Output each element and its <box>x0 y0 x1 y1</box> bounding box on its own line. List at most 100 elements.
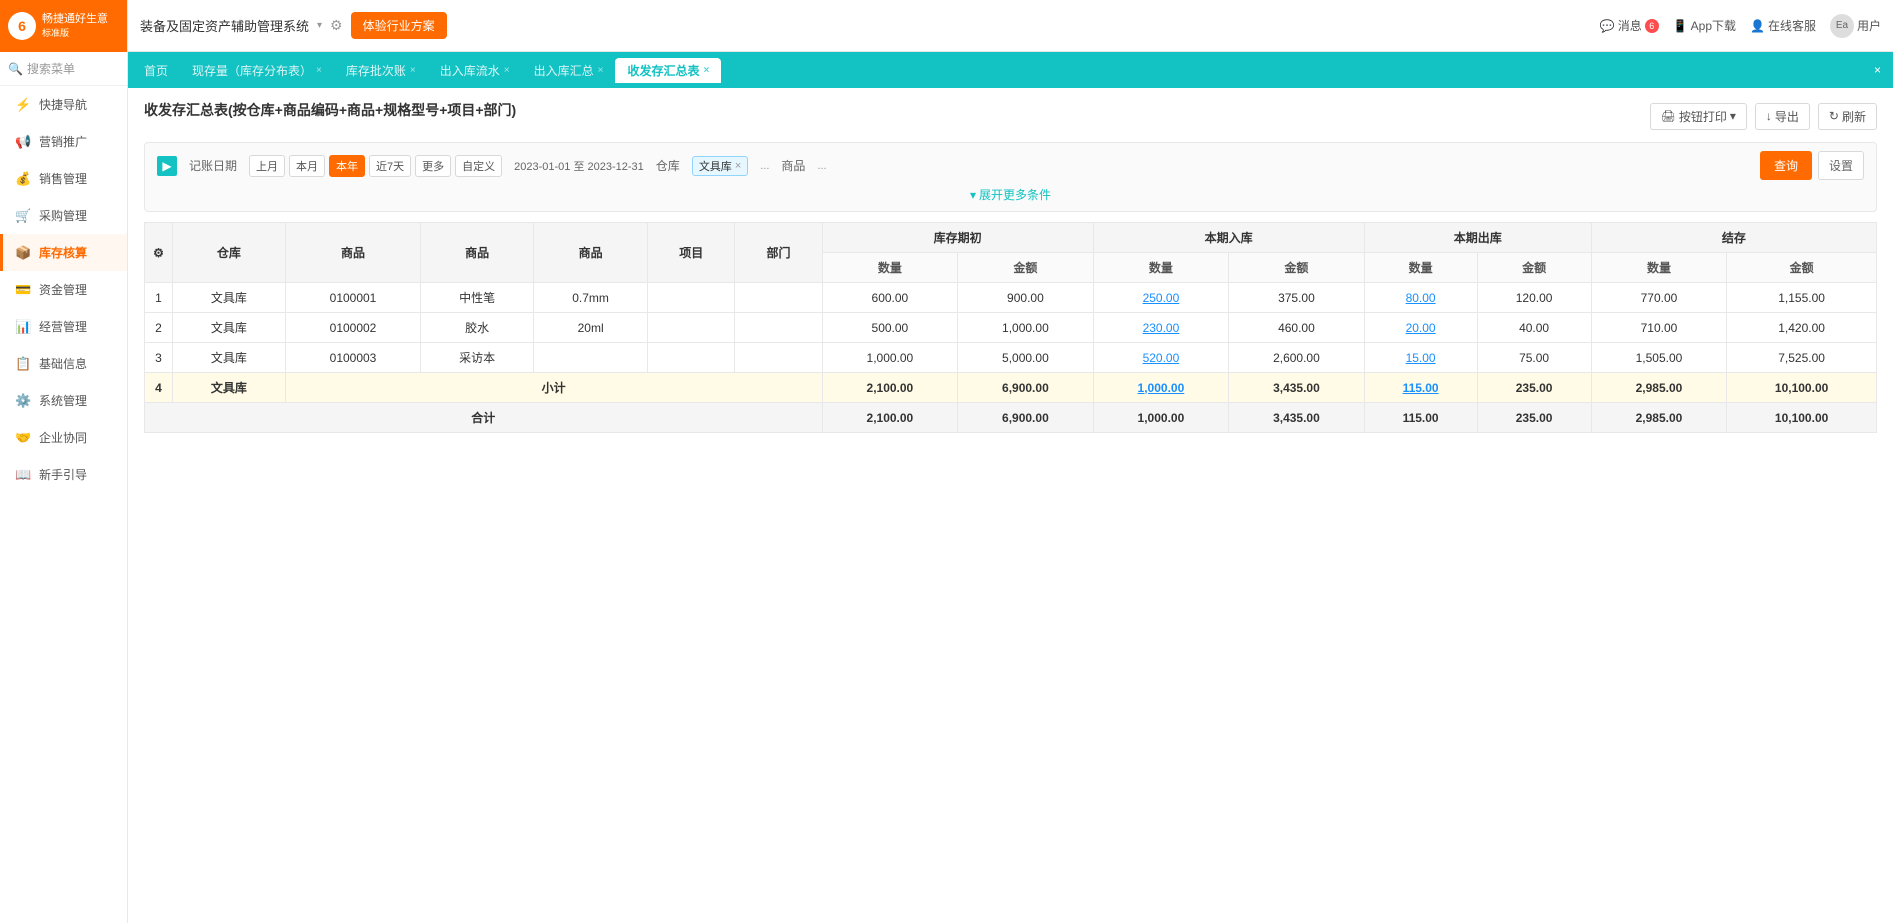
bal-amt-header: 金额 <box>1727 253 1877 283</box>
date-btn-this-year[interactable]: 本年 <box>329 155 365 177</box>
sidebar-item-collab[interactable]: 🤝 企业协同 <box>0 419 127 456</box>
sidebar-item-guide[interactable]: 📖 新手引导 <box>0 456 127 493</box>
row-out-qty[interactable]: 15.00 <box>1364 343 1477 373</box>
row-out-qty[interactable]: 20.00 <box>1364 313 1477 343</box>
date-btn-last-month[interactable]: 上月 <box>249 155 285 177</box>
tab-receive-summary[interactable]: 收发存汇总表 × <box>615 58 721 83</box>
tab-close-icon[interactable]: × <box>410 65 416 76</box>
expand-conditions-button[interactable]: ▾ 展开更多条件 <box>157 186 1864 203</box>
row-bal-amt: 1,155.00 <box>1727 283 1877 313</box>
subtotal-out-amt: 235.00 <box>1477 373 1591 403</box>
refresh-button[interactable]: ↻ 刷新 <box>1818 103 1877 130</box>
row-open-qty: 500.00 <box>822 313 958 343</box>
tab-inout-flow[interactable]: 出入库流水 × <box>428 58 522 83</box>
col-warehouse-header: 仓库 <box>173 223 286 283</box>
tab-label: 收发存汇总表 <box>627 62 699 79</box>
notification-item[interactable]: 💬 消息 6 <box>1600 17 1659 34</box>
row-in-qty[interactable]: 520.00 <box>1093 343 1229 373</box>
inventory-icon: 📦 <box>15 245 31 261</box>
subtotal-bal-qty: 2,985.00 <box>1591 373 1727 403</box>
sidebar-search[interactable]: 🔍 搜索菜单 <box>0 52 127 86</box>
col-goods-name-header: 商品 <box>421 223 534 283</box>
tab-home[interactable]: 首页 <box>132 58 180 83</box>
row-in-amt: 460.00 <box>1229 313 1365 343</box>
sidebar-item-label: 基础信息 <box>39 355 87 372</box>
sidebar-item-business[interactable]: 📊 经营管理 <box>0 308 127 345</box>
tabs-bar: 首页 现存量（库存分布表） × 库存批次账 × 出入库流水 × 出入库汇总 × … <box>128 52 1893 88</box>
system-title: 装备及固定资产辅助管理系统 <box>140 16 309 35</box>
filter-area: ▶ 记账日期 上月 本月 本年 近7天 更多 自定义 2023-01-01 至 … <box>144 142 1877 212</box>
out-amt-header: 金额 <box>1477 253 1591 283</box>
row-in-qty[interactable]: 230.00 <box>1093 313 1229 343</box>
row-out-qty[interactable]: 80.00 <box>1364 283 1477 313</box>
date-btn-this-month[interactable]: 本月 <box>289 155 325 177</box>
row-goods-code: 0100001 <box>285 283 421 313</box>
search-label: 搜索菜单 <box>27 60 75 77</box>
sidebar-item-basic[interactable]: 📋 基础信息 <box>0 345 127 382</box>
basic-icon: 📋 <box>15 356 31 372</box>
query-button[interactable]: 查询 <box>1760 151 1812 180</box>
row-dept <box>735 343 822 373</box>
row-open-qty: 1,000.00 <box>822 343 958 373</box>
tab-inout-summary[interactable]: 出入库汇总 × <box>522 58 616 83</box>
row-warehouse: 文具库 <box>173 313 286 343</box>
sidebar: 6 畅捷通好生意 标准版 🔍 搜索菜单 ⚡ 快捷导航 📢 营销推广 💰 销售管理… <box>0 0 128 923</box>
purchase-icon: 🛒 <box>15 208 31 224</box>
subtotal-out-qty[interactable]: 115.00 <box>1364 373 1477 403</box>
tab-batch-account[interactable]: 库存批次账 × <box>334 58 428 83</box>
sidebar-item-inventory[interactable]: 📦 库存核算 <box>0 234 127 271</box>
date-label: 记账日期 <box>189 157 237 174</box>
expand-filter-button[interactable]: ▶ <box>157 156 177 176</box>
logo-text: 畅捷通好生意 标准版 <box>42 12 108 40</box>
col-goods-code-header: 商品 <box>285 223 421 283</box>
date-btn-7days[interactable]: 近7天 <box>369 155 411 177</box>
trial-button[interactable]: 体验行业方案 <box>351 12 447 39</box>
goods-more[interactable]: ... <box>817 160 826 172</box>
topbar-right: 💬 消息 6 📱 App下载 👤 在线客服 Ea 用户 <box>1600 14 1881 38</box>
export-button[interactable]: ↓ 导出 <box>1755 103 1810 130</box>
print-icon: 🖨 <box>1661 109 1676 123</box>
row-goods-spec: 0.7mm <box>534 283 648 313</box>
out-qty-header: 数量 <box>1364 253 1477 283</box>
sidebar-item-sales[interactable]: 💰 销售管理 <box>0 160 127 197</box>
date-shortcuts: 上月 本月 本年 近7天 更多 自定义 <box>249 155 502 177</box>
in-qty-header: 数量 <box>1093 253 1229 283</box>
sidebar-item-finance[interactable]: 💳 资金管理 <box>0 271 127 308</box>
user-item[interactable]: Ea 用户 <box>1830 14 1881 38</box>
settings-icon[interactable]: ⚙ <box>330 17 343 34</box>
tab-close-icon[interactable]: × <box>316 65 322 76</box>
sidebar-item-purchase[interactable]: 🛒 采购管理 <box>0 197 127 234</box>
in-amt-header: 金额 <box>1229 253 1365 283</box>
row-bal-qty: 1,505.00 <box>1591 343 1727 373</box>
col-settings[interactable]: ⚙ <box>145 223 173 283</box>
tab-close-icon[interactable]: × <box>504 65 510 76</box>
subtotal-in-qty[interactable]: 1,000.00 <box>1093 373 1229 403</box>
online-service-item[interactable]: 👤 在线客服 <box>1750 17 1816 34</box>
col-opening-header: 库存期初 <box>822 223 1093 253</box>
sidebar-item-shortcut[interactable]: ⚡ 快捷导航 <box>0 86 127 123</box>
print-button[interactable]: 🖨 按钮打印 ▾ <box>1650 103 1747 130</box>
close-all-tabs-icon[interactable]: × <box>1866 63 1889 77</box>
app-download-item[interactable]: 📱 App下载 <box>1673 17 1736 34</box>
system-dropdown-icon[interactable]: ▾ <box>317 20 322 31</box>
tab-close-icon[interactable]: × <box>598 65 604 76</box>
filter-bar: ▶ 记账日期 上月 本月 本年 近7天 更多 自定义 2023-01-01 至 … <box>144 142 1877 212</box>
total-label: 合计 <box>145 403 823 433</box>
date-btn-more[interactable]: 更多 <box>415 155 451 177</box>
settings-button[interactable]: 设置 <box>1818 151 1864 180</box>
tab-stock-distribution[interactable]: 现存量（库存分布表） × <box>180 58 334 83</box>
row-in-qty[interactable]: 250.00 <box>1093 283 1229 313</box>
tab-close-icon[interactable]: × <box>703 65 709 76</box>
sidebar-item-marketing[interactable]: 📢 营销推广 <box>0 123 127 160</box>
row-bal-amt: 7,525.00 <box>1727 343 1877 373</box>
sidebar-item-label: 经营管理 <box>39 318 87 335</box>
warehouse-more[interactable]: ... <box>760 160 769 172</box>
date-btn-custom[interactable]: 自定义 <box>455 155 502 177</box>
date-range: 2023-01-01 至 2023-12-31 <box>514 158 644 174</box>
row-project <box>648 283 735 313</box>
tab-label: 出入库汇总 <box>534 62 594 79</box>
search-icon: 🔍 <box>8 62 23 76</box>
main-area: 装备及固定资产辅助管理系统 ▾ ⚙ 体验行业方案 💬 消息 6 📱 App下载 … <box>128 0 1893 923</box>
warehouse-tag-close[interactable]: × <box>735 160 741 172</box>
sidebar-item-system[interactable]: ⚙️ 系统管理 <box>0 382 127 419</box>
